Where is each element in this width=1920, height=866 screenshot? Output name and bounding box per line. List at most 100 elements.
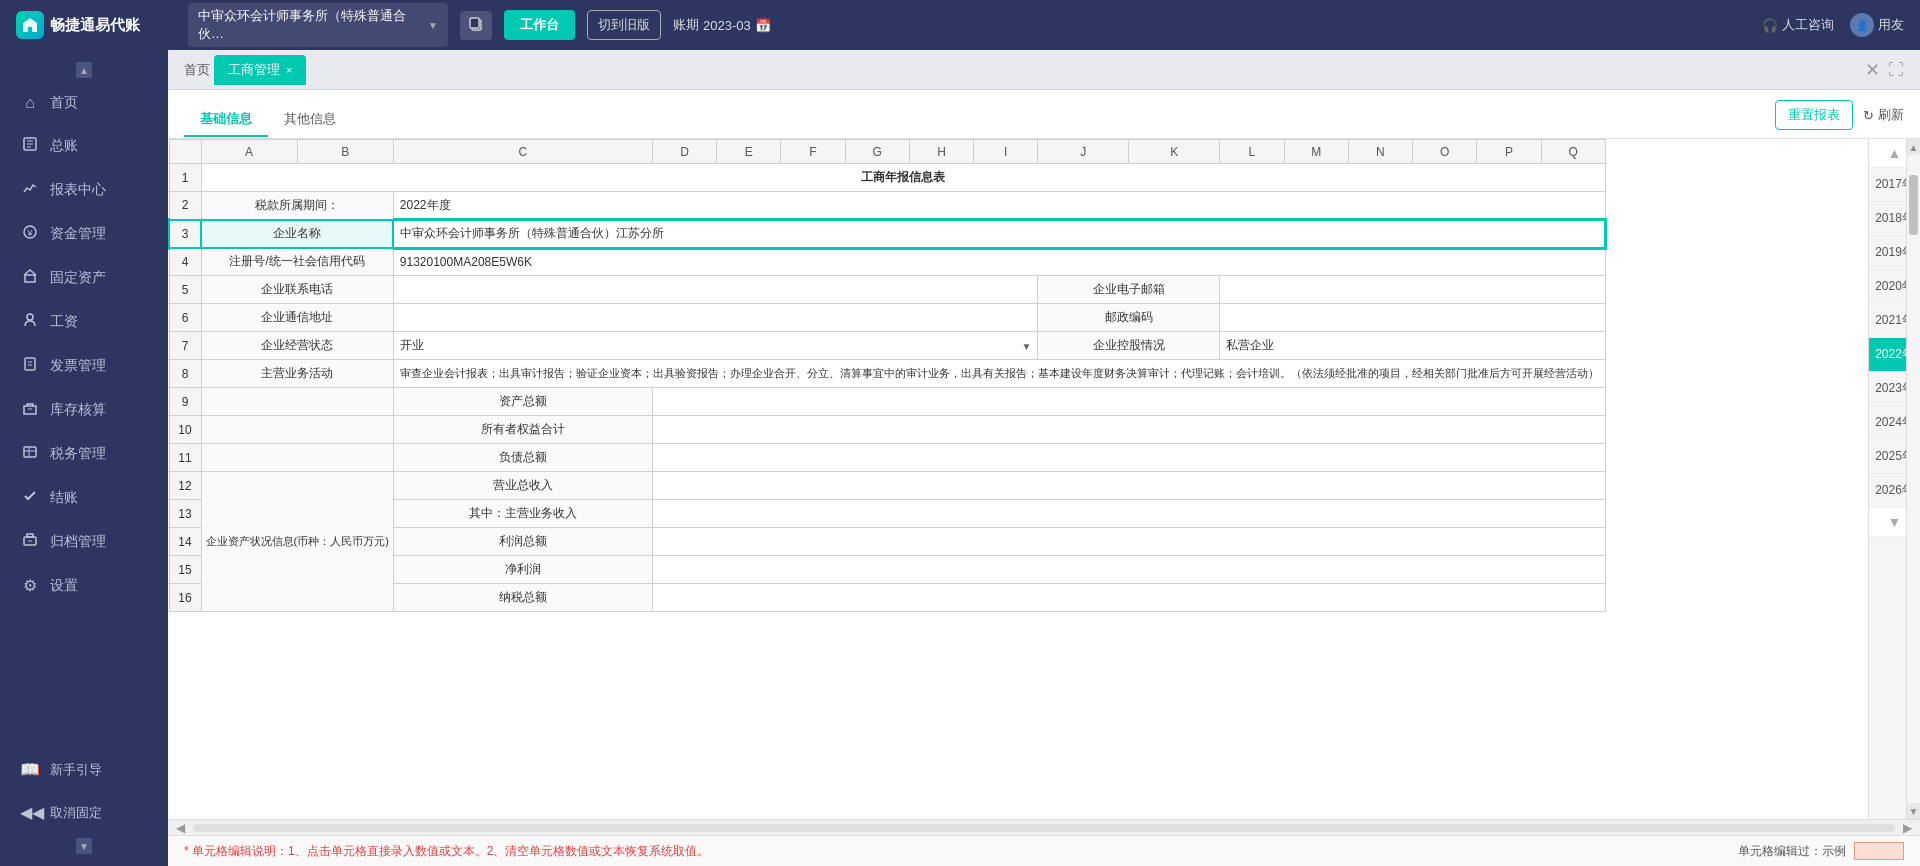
col-header-o[interactable]: O <box>1413 140 1477 164</box>
cell-14-value[interactable] <box>652 528 1605 556</box>
copy-button[interactable] <box>460 11 492 40</box>
col-header-g[interactable]: G <box>845 140 909 164</box>
subtab-basic[interactable]: 基础信息 <box>184 103 268 137</box>
horizontal-scrollbar[interactable]: ◀ ▶ <box>168 819 1920 835</box>
cell-10-value[interactable] <box>652 416 1605 444</box>
company-selector[interactable]: 中审众环会计师事务所（特殊普通合伙… ▼ <box>188 3 448 47</box>
sidebar-item-reports[interactable]: 报表中心 <box>0 168 168 212</box>
tab-home[interactable]: 首页 <box>184 61 210 79</box>
cell-15-sublabel[interactable]: 净利润 <box>393 556 652 584</box>
cell-16-sublabel[interactable]: 纳税总额 <box>393 584 652 612</box>
cell-10-sublabel[interactable]: 所有者权益合计 <box>393 416 652 444</box>
sidebar-item-assets[interactable]: 固定资产 <box>0 256 168 300</box>
col-header-a[interactable]: A <box>201 140 297 164</box>
sidebar-scroll-up[interactable]: ▲ <box>76 62 92 78</box>
page-content: 基础信息 其他信息 重置报表 ↻ 刷新 <box>168 90 1920 866</box>
cell-2-value[interactable]: 2022年度 <box>393 192 1605 220</box>
col-header-f[interactable]: F <box>781 140 845 164</box>
hscroll-right-arrow[interactable]: ▶ <box>1899 821 1916 835</box>
sidebar-item-home[interactable]: ⌂ 首页 <box>0 82 168 124</box>
col-header-b[interactable]: B <box>297 140 393 164</box>
refresh-button[interactable]: ↻ 刷新 <box>1863 106 1904 124</box>
tab-industrial-management[interactable]: 工商管理 × <box>214 55 306 85</box>
col-header-k[interactable]: K <box>1129 140 1220 164</box>
cell-3-value[interactable]: 中审众环会计师事务所（特殊普通合伙）江苏分所 <box>393 220 1605 248</box>
sidebar-item-ledger[interactable]: 总账 <box>0 124 168 168</box>
cell-5-label[interactable]: 企业联系电话 <box>201 276 393 304</box>
cell-5-right-label[interactable]: 企业电子邮箱 <box>1038 276 1220 304</box>
user-menu[interactable]: 👤 用友 <box>1850 13 1904 37</box>
scroll-track[interactable] <box>1907 155 1920 803</box>
cell-9-value[interactable] <box>652 388 1605 416</box>
cell-6-right-label[interactable]: 邮政编码 <box>1038 304 1220 332</box>
cell-title[interactable]: 工商年报信息表 <box>201 164 1605 192</box>
cell-14-sublabel[interactable]: 利润总额 <box>393 528 652 556</box>
cell-16-value[interactable] <box>652 584 1605 612</box>
col-header-c[interactable]: C <box>393 140 652 164</box>
close-tab-icon[interactable]: × <box>286 64 292 76</box>
sidebar-item-newbie[interactable]: 📖 新手引导 <box>0 748 168 791</box>
cell-9-sublabel[interactable]: 资产总额 <box>393 388 652 416</box>
sidebar-item-archive[interactable]: 归档管理 <box>0 520 168 564</box>
switch-version-button[interactable]: 切到旧版 <box>587 10 661 40</box>
cell-13-value[interactable] <box>652 500 1605 528</box>
workbench-button[interactable]: 工作台 <box>504 10 575 40</box>
cell-4-label[interactable]: 注册号/统一社会信用代码 <box>201 248 393 276</box>
cell-12-sublabel[interactable]: 营业总收入 <box>393 472 652 500</box>
support-button[interactable]: 🎧 人工咨询 <box>1762 16 1834 34</box>
cell-4-value[interactable]: 91320100MA208E5W6K <box>393 248 1605 276</box>
cell-15-value[interactable] <box>652 556 1605 584</box>
sidebar-item-invoice[interactable]: 发票管理 <box>0 344 168 388</box>
col-header-d[interactable]: D <box>652 140 716 164</box>
sidebar-item-checkout[interactable]: 结账 <box>0 476 168 520</box>
expand-icon[interactable]: ⛶ <box>1888 61 1904 79</box>
cell-13-sublabel[interactable]: 其中：主营业务收入 <box>393 500 652 528</box>
cell-6-label[interactable]: 企业通信地址 <box>201 304 393 332</box>
cell-5-value[interactable] <box>393 276 1038 304</box>
scroll-up-arrow[interactable]: ▲ <box>1907 139 1920 155</box>
col-header-q[interactable]: Q <box>1541 140 1605 164</box>
scroll-down-arrow[interactable]: ▼ <box>1907 803 1920 819</box>
cell-2-ab[interactable]: 税款所属期间： <box>201 192 393 220</box>
cell-7-value[interactable]: 开业 ▼ <box>393 332 1038 360</box>
row-num-1: 1 <box>169 164 201 192</box>
col-header-p[interactable]: P <box>1477 140 1541 164</box>
reset-report-button[interactable]: 重置报表 <box>1775 100 1853 130</box>
cell-7-right-value[interactable]: 私营企业 <box>1220 332 1606 360</box>
sidebar-item-inventory[interactable]: 库存核算 <box>0 388 168 432</box>
col-header-j[interactable]: J <box>1038 140 1129 164</box>
sidebar-item-funds[interactable]: ¥ 资金管理 <box>0 212 168 256</box>
col-header-m[interactable]: M <box>1284 140 1348 164</box>
subtab-other[interactable]: 其他信息 <box>268 103 352 137</box>
cell-5-right-value[interactable] <box>1220 276 1606 304</box>
vertical-scrollbar[interactable]: ▲ ▼ <box>1906 139 1920 819</box>
hscroll-left-arrow[interactable]: ◀ <box>172 821 189 835</box>
sidebar-item-wages[interactable]: 工资 <box>0 300 168 344</box>
sidebar-item-unpin[interactable]: ◀◀ 取消固定 <box>0 791 168 834</box>
cell-12-value[interactable] <box>652 472 1605 500</box>
sidebar-scroll-down[interactable]: ▼ <box>76 838 92 854</box>
row-num-8: 8 <box>169 360 201 388</box>
sheet-container[interactable]: A B C D E F G H I J <box>168 139 1868 819</box>
col-header-e[interactable]: E <box>717 140 781 164</box>
hscroll-track[interactable] <box>193 824 1895 832</box>
cell-11-value[interactable] <box>652 444 1605 472</box>
period-label: 账期 <box>673 16 699 34</box>
calendar-icon[interactable]: 📅 <box>755 18 771 33</box>
close-panel-icon[interactable]: ✕ <box>1865 59 1880 81</box>
col-header-h[interactable]: H <box>909 140 973 164</box>
col-header-n[interactable]: N <box>1348 140 1412 164</box>
sidebar-item-settings[interactable]: ⚙ 设置 <box>0 564 168 607</box>
col-header-l[interactable]: L <box>1220 140 1284 164</box>
sidebar-item-tax[interactable]: 税务管理 <box>0 432 168 476</box>
cell-7-right-label[interactable]: 企业控股情况 <box>1038 332 1220 360</box>
cell-3-label[interactable]: 企业名称 <box>201 220 393 248</box>
cell-6-value[interactable] <box>393 304 1038 332</box>
cell-7-label[interactable]: 企业经营状态 <box>201 332 393 360</box>
cell-8-label[interactable]: 主营业务活动 <box>201 360 393 388</box>
scroll-thumb[interactable] <box>1909 175 1918 235</box>
cell-8-value[interactable]: 审查企业会计报表；出具审计报告；验证企业资本；出具验资报告；办理企业合开、分立、… <box>393 360 1605 388</box>
cell-6-right-value[interactable] <box>1220 304 1606 332</box>
cell-11-sublabel[interactable]: 负债总额 <box>393 444 652 472</box>
col-header-i[interactable]: I <box>974 140 1038 164</box>
